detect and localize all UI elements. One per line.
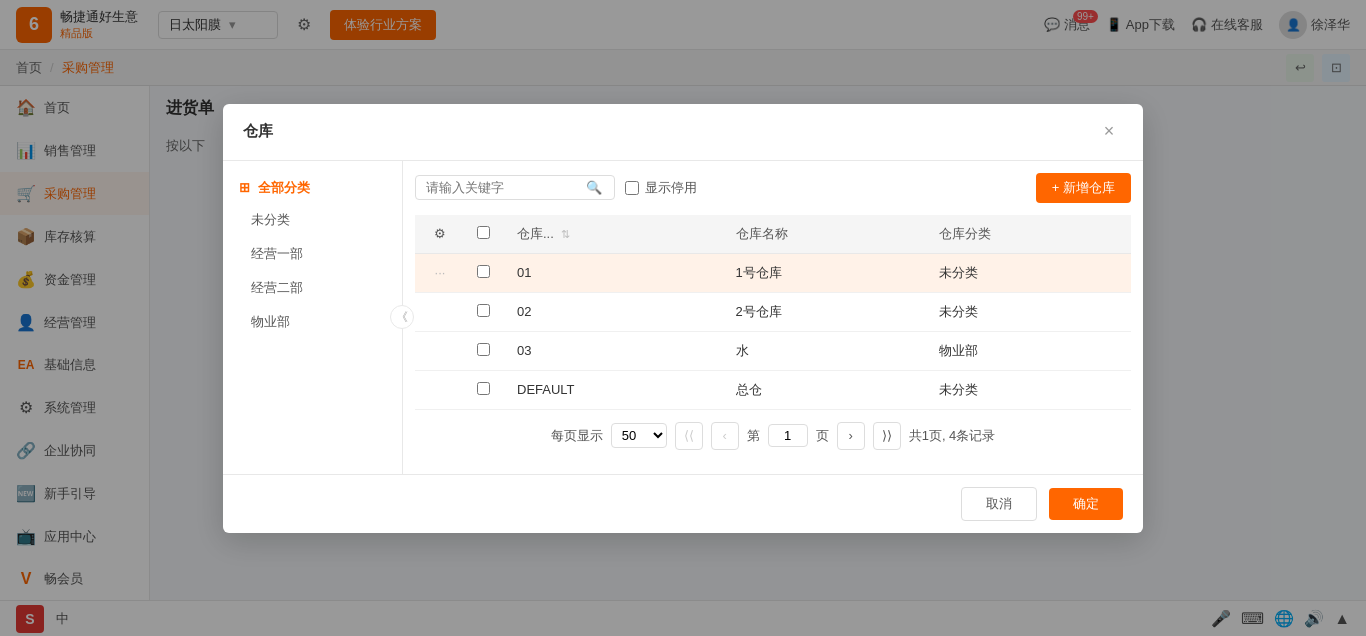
per-page-select[interactable]: 50 10 20 100 (611, 423, 667, 448)
warehouse-modal: 仓库 × ⊞ 全部分类 未分类 经营一部 经营二部 物业部 《 (223, 104, 1143, 533)
table-container: ⚙ 仓库... ⇅ 仓库名称 (415, 215, 1131, 410)
page-unit: 页 (816, 427, 829, 445)
sort-icon: ⇅ (561, 228, 570, 240)
modal-body: ⊞ 全部分类 未分类 经营一部 经营二部 物业部 《 🔍 (223, 161, 1143, 474)
cancel-button[interactable]: 取消 (961, 487, 1037, 521)
collapse-panel-button[interactable]: 《 (390, 305, 414, 329)
modal-footer: 取消 确定 (223, 474, 1143, 533)
table-panel: 🔍 显示停用 + 新增仓库 ⚙ (403, 161, 1143, 474)
category-all-header[interactable]: ⊞ 全部分类 (223, 173, 402, 203)
pagination: 每页显示 50 10 20 100 ⟨⟨ ‹ 第 页 › ⟩⟩ 共1页, 4条记… (415, 410, 1131, 462)
row-gear[interactable] (415, 331, 465, 370)
table-row[interactable]: ··· 01 1号仓库 未分类 (415, 253, 1131, 292)
category-item-ops1[interactable]: 经营一部 (223, 237, 402, 271)
next-page-button[interactable]: › (837, 422, 865, 450)
page-number-input[interactable] (768, 424, 808, 447)
select-all-checkbox[interactable] (477, 226, 490, 239)
col-gear: ⚙ (415, 215, 465, 254)
show-disabled-label[interactable]: 显示停用 (625, 179, 697, 197)
row-checkbox[interactable] (477, 343, 490, 356)
row-name: 1号仓库 (724, 253, 928, 292)
row-code: DEFAULT (505, 370, 724, 409)
row-checkbox-cell (465, 370, 505, 409)
table-row[interactable]: 03 水 物业部 (415, 331, 1131, 370)
row-category: 未分类 (927, 292, 1131, 331)
category-item-ops2[interactable]: 经营二部 (223, 271, 402, 305)
grid-icon: ⊞ (239, 180, 250, 195)
per-page-label: 每页显示 (551, 427, 603, 445)
modal-header: 仓库 × (223, 104, 1143, 161)
row-code: 02 (505, 292, 724, 331)
row-name: 2号仓库 (724, 292, 928, 331)
row-checkbox-cell (465, 292, 505, 331)
row-category: 未分类 (927, 370, 1131, 409)
table-row[interactable]: DEFAULT 总仓 未分类 (415, 370, 1131, 409)
col-checkbox (465, 215, 505, 254)
table-header-row: ⚙ 仓库... ⇅ 仓库名称 (415, 215, 1131, 254)
row-code: 01 (505, 253, 724, 292)
row-checkbox-cell (465, 331, 505, 370)
page-label: 第 (747, 427, 760, 445)
row-checkbox[interactable] (477, 265, 490, 278)
search-icon[interactable]: 🔍 (586, 180, 602, 195)
row-checkbox[interactable] (477, 304, 490, 317)
modal-overlay: 仓库 × ⊞ 全部分类 未分类 经营一部 经营二部 物业部 《 (0, 0, 1366, 636)
row-category: 未分类 (927, 253, 1131, 292)
add-warehouse-button[interactable]: + 新增仓库 (1036, 173, 1131, 203)
show-disabled-checkbox[interactable] (625, 181, 639, 195)
row-category: 物业部 (927, 331, 1131, 370)
first-page-button[interactable]: ⟨⟨ (675, 422, 703, 450)
col-code: 仓库... ⇅ (505, 215, 724, 254)
row-name: 水 (724, 331, 928, 370)
row-gear[interactable]: ··· (415, 253, 465, 292)
row-name: 总仓 (724, 370, 928, 409)
row-code: 03 (505, 331, 724, 370)
search-input[interactable] (426, 180, 586, 195)
more-icon[interactable]: ··· (435, 265, 446, 280)
row-gear[interactable] (415, 370, 465, 409)
row-checkbox-cell (465, 253, 505, 292)
col-name: 仓库名称 (724, 215, 928, 254)
row-gear[interactable] (415, 292, 465, 331)
col-category: 仓库分类 (927, 215, 1131, 254)
confirm-button[interactable]: 确定 (1049, 488, 1123, 520)
category-item-unclassified[interactable]: 未分类 (223, 203, 402, 237)
last-page-button[interactable]: ⟩⟩ (873, 422, 901, 450)
table-row[interactable]: 02 2号仓库 未分类 (415, 292, 1131, 331)
category-item-property[interactable]: 物业部 (223, 305, 402, 339)
modal-close-button[interactable]: × (1095, 118, 1123, 146)
table-toolbar: 🔍 显示停用 + 新增仓库 (415, 173, 1131, 203)
prev-page-button[interactable]: ‹ (711, 422, 739, 450)
modal-title: 仓库 (243, 122, 273, 141)
warehouse-table: ⚙ 仓库... ⇅ 仓库名称 (415, 215, 1131, 410)
category-panel: ⊞ 全部分类 未分类 经营一部 经营二部 物业部 《 (223, 161, 403, 474)
gear-icon: ⚙ (434, 226, 446, 241)
row-checkbox[interactable] (477, 382, 490, 395)
search-box[interactable]: 🔍 (415, 175, 615, 200)
page-summary: 共1页, 4条记录 (909, 427, 996, 445)
